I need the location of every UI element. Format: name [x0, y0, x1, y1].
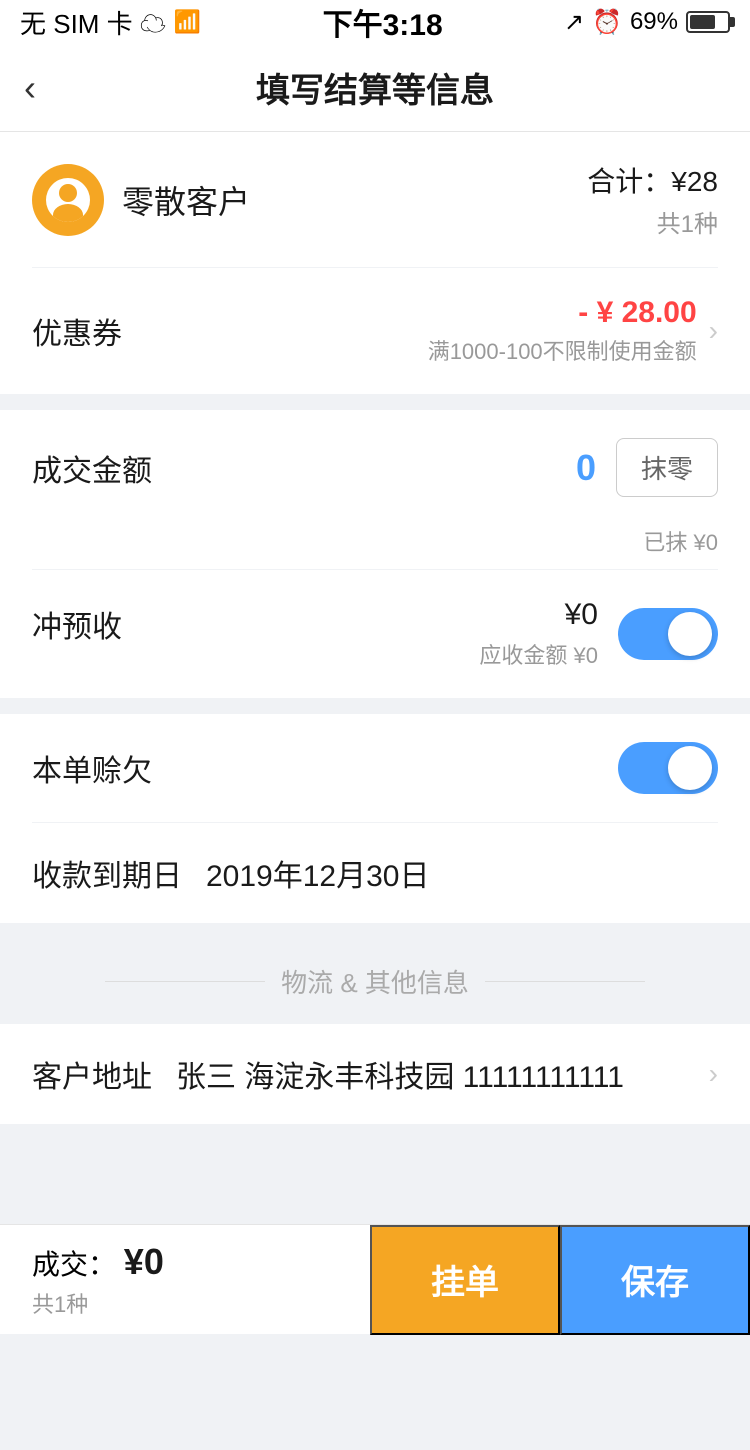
deal-amount-right: 0 抹零	[576, 438, 718, 497]
save-button[interactable]: 保存	[560, 1225, 750, 1335]
coupon-amount: - ¥ 28.00	[428, 296, 697, 330]
battery-icon	[686, 11, 730, 33]
prepay-main-amount: ¥0	[479, 598, 598, 632]
logistics-title: 物流 & 其他信息	[281, 963, 469, 1000]
bottom-deal-line: 成交： ¥0	[32, 1241, 338, 1283]
prepay-amounts: ¥0 应收金额 ¥0	[479, 598, 598, 670]
customer-name: 零散客户	[122, 177, 250, 223]
due-date-value: 2019年12月30日	[206, 851, 429, 895]
credit-toggle-knob	[668, 746, 712, 790]
address-label: 客户地址	[32, 1052, 152, 1096]
address-section: 客户地址 张三 海淀永丰科技园 11111111111 ›	[0, 1024, 750, 1124]
credit-section: 本单赊欠 收款到期日 2019年12月30日	[0, 714, 750, 923]
credit-toggle[interactable]	[618, 742, 718, 794]
logistics-header: 物流 & 其他信息	[0, 939, 750, 1024]
wifi-icon: 📶	[174, 9, 201, 35]
deal-amount-input[interactable]: 0	[576, 447, 596, 489]
customer-right: 合计：¥28 共1种	[587, 160, 718, 239]
deal-amount-label: 成交金额	[32, 446, 152, 490]
deal-amount-section: 成交金额 0 抹零 已抹 ¥0 冲预收 ¥0 应收金额 ¥0	[0, 410, 750, 698]
coupon-label: 优惠券	[32, 309, 122, 353]
logistics-line-right	[485, 981, 645, 982]
customer-row: 零散客户 合计：¥28 共1种	[0, 132, 750, 267]
address-chevron-right-icon: ›	[709, 1058, 718, 1090]
back-button[interactable]: ‹	[24, 67, 36, 109]
credit-label: 本单赊欠	[32, 746, 152, 790]
customer-left: 零散客户	[32, 164, 250, 236]
coupon-desc: 满1000-100不限制使用金额	[428, 334, 697, 366]
deal-amount-row: 成交金额 0 抹零	[0, 410, 750, 525]
status-bar: 无 SIM 卡 ☁ 📶 下午3:18 ↗ ⏰ 69%	[0, 0, 750, 44]
bottom-spacer	[0, 1340, 750, 1450]
prepay-toggle[interactable]	[618, 608, 718, 660]
battery-percent: 69%	[630, 8, 678, 36]
status-time: 下午3:18	[323, 0, 443, 44]
total-count: 共1种	[587, 204, 718, 239]
due-date-row: 收款到期日 2019年12月30日	[0, 823, 750, 923]
bottom-count: 共1种	[32, 1287, 338, 1319]
bottom-deal-label: 成交：	[32, 1249, 116, 1280]
location-icon: ↗	[564, 8, 584, 37]
coupon-row[interactable]: 优惠券 - ¥ 28.00 满1000-100不限制使用金额 ›	[0, 268, 750, 394]
page-title: 填写结算等信息	[256, 63, 494, 112]
round-off-button[interactable]: 抹零	[616, 438, 718, 497]
status-left: 无 SIM 卡 ☁ 📶	[20, 4, 201, 41]
total-label: 合计：¥28	[587, 160, 718, 200]
nav-bar: ‹ 填写结算等信息	[0, 44, 750, 132]
coupon-right: - ¥ 28.00 满1000-100不限制使用金额 ›	[428, 296, 718, 366]
address-value: 张三 海淀永丰科技园 11111111111	[176, 1052, 685, 1096]
credit-row: 本单赊欠	[0, 714, 750, 822]
toggle-knob	[668, 612, 712, 656]
logistics-line-left	[105, 981, 265, 982]
customer-avatar	[32, 164, 104, 236]
prepay-sub-amount: 应收金额 ¥0	[479, 638, 598, 670]
coupon-value-block: - ¥ 28.00 满1000-100不限制使用金额	[428, 296, 697, 366]
bottom-bar: 成交： ¥0 共1种 挂单 保存	[0, 1224, 750, 1334]
avatar-icon	[46, 178, 90, 222]
status-right: ↗ ⏰ 69%	[564, 8, 730, 37]
address-row[interactable]: 客户地址 张三 海淀永丰科技园 11111111111 ›	[0, 1024, 750, 1124]
alarm-icon: ⏰	[592, 8, 622, 37]
prepay-label: 冲预收	[32, 598, 122, 646]
round-off-sub-text: 已抹 ¥0	[0, 525, 750, 569]
bottom-summary: 成交： ¥0 共1种	[0, 1241, 370, 1319]
chevron-right-icon: ›	[709, 315, 718, 347]
prepay-row: 冲预收 ¥0 应收金额 ¥0	[0, 570, 750, 698]
sim-label: 无 SIM 卡 ☁	[20, 4, 166, 41]
hold-button[interactable]: 挂单	[370, 1225, 560, 1335]
due-date-label: 收款到期日	[32, 851, 182, 895]
customer-card: 零散客户 合计：¥28 共1种 优惠券 - ¥ 28.00 满1000-100不…	[0, 132, 750, 394]
bottom-deal-amount: ¥0	[124, 1241, 164, 1282]
prepay-right: ¥0 应收金额 ¥0	[479, 598, 718, 670]
